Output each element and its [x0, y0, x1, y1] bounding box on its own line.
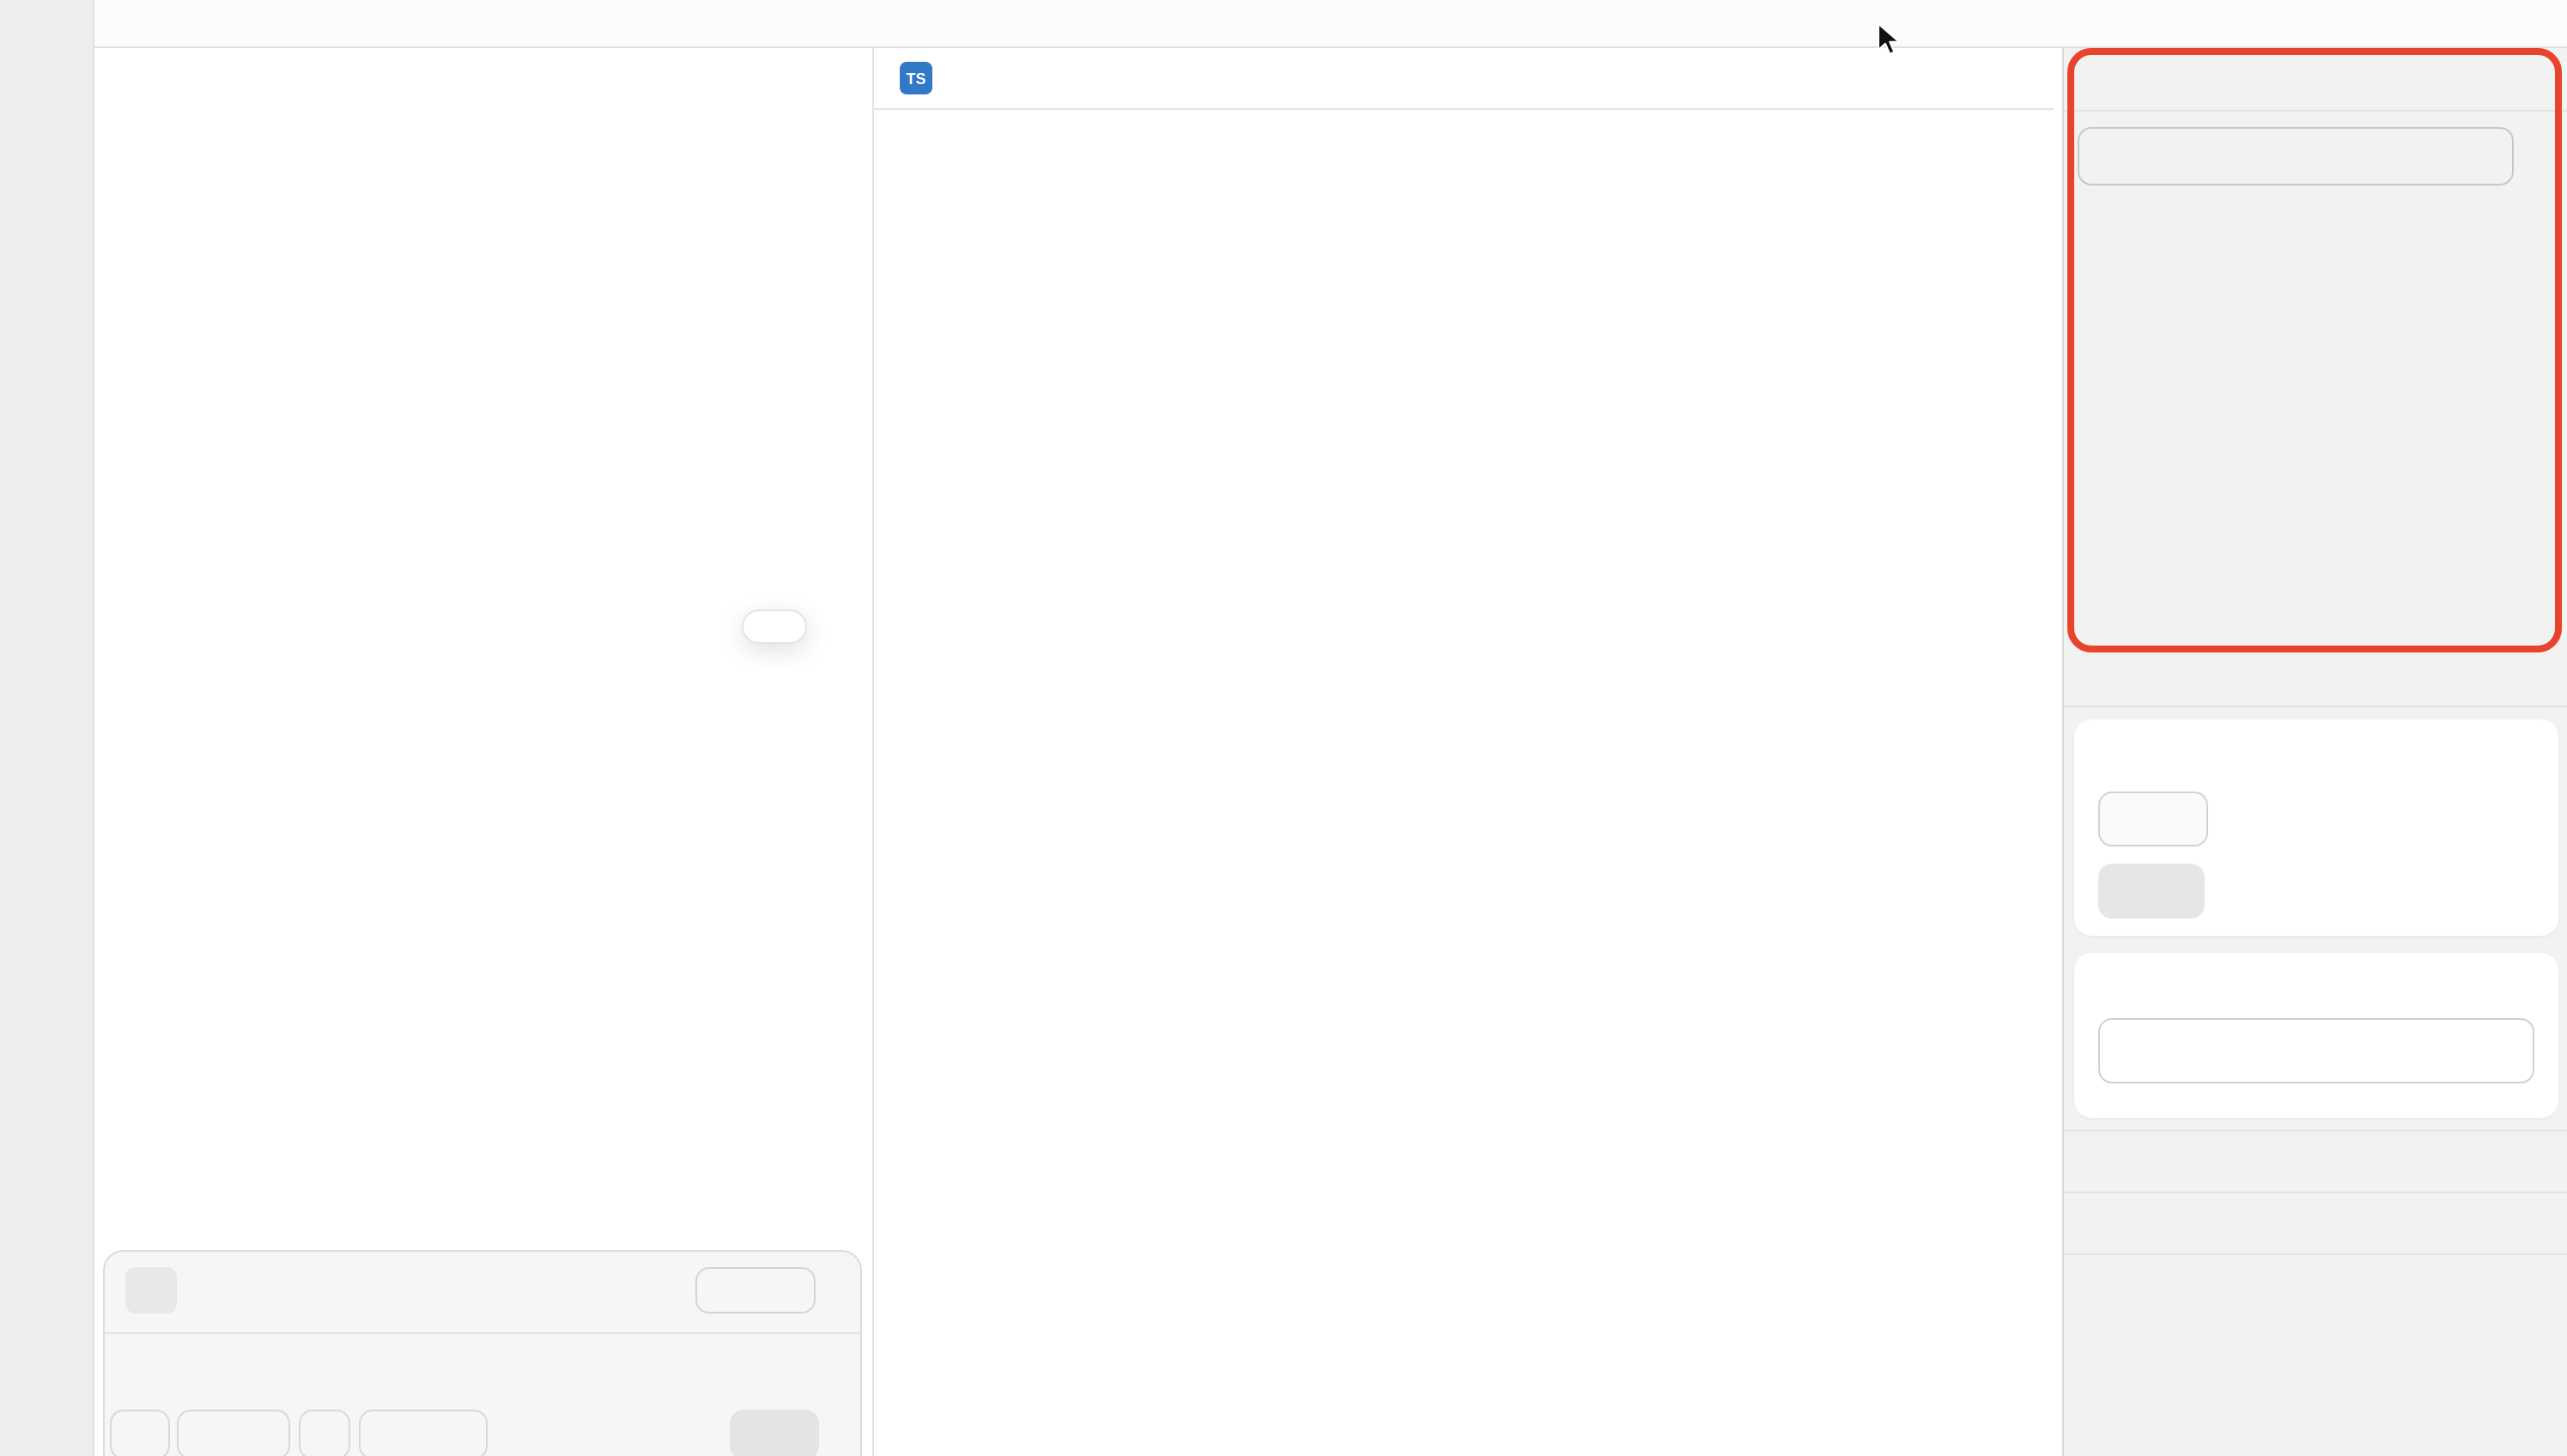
composer[interactable]: [103, 1250, 862, 1456]
chevron-down-icon: [2163, 806, 2189, 832]
open-pr-button[interactable]: [2098, 864, 2205, 919]
divider: [2064, 706, 2567, 707]
sliders-icon: [126, 1421, 154, 1448]
caret-right-icon[interactable]: [2541, 1156, 2562, 1176]
caret-down-icon[interactable]: [2534, 72, 2555, 93]
collapse-tree-icon[interactable]: [2469, 144, 2495, 170]
right-panel: [2062, 46, 2567, 1456]
external-link-icon: [2162, 878, 2188, 904]
pull-request-icon: [2115, 878, 2141, 904]
github-icon[interactable]: [2524, 139, 2558, 173]
git-branch-icon: [2098, 974, 2124, 999]
fast-forward-icon: [311, 1421, 338, 1448]
search-input[interactable]: [2078, 127, 2514, 185]
settings-sliders-button[interactable]: [110, 1410, 170, 1456]
topbar: [93, 0, 2567, 48]
github-icon[interactable]: [553, 1420, 582, 1449]
composer-divider: [105, 1332, 860, 1334]
archive-icon[interactable]: [108, 9, 137, 38]
attach-icon[interactable]: [515, 1420, 544, 1449]
chevron-down-icon: [750, 1281, 769, 1300]
divider: [2064, 1192, 2567, 1193]
sidebar: [0, 0, 94, 1456]
pen-icon[interactable]: [596, 1420, 625, 1449]
expand-icon[interactable]: [2503, 1154, 2528, 1178]
caret-right-icon[interactable]: [2541, 1217, 2562, 1238]
divider: [2064, 1253, 2567, 1255]
chat-panel: [93, 46, 874, 1456]
mode-dropdown[interactable]: [359, 1410, 488, 1456]
model-dropdown[interactable]: [177, 1410, 290, 1456]
files-changed-chip[interactable]: [125, 1267, 177, 1313]
working-branch-card: [2074, 953, 2558, 1118]
git-repo-card: [2074, 719, 2558, 936]
working-branch-input[interactable]: [2098, 1018, 2534, 1083]
divider: [2064, 110, 2567, 112]
message-hover-toolbar: [742, 610, 807, 644]
fast-forward-button[interactable]: [299, 1410, 350, 1456]
chevron-down-icon: [414, 1421, 441, 1448]
more-options-icon[interactable]: [2500, 805, 2528, 833]
typescript-file-icon: TS: [900, 62, 932, 94]
arrow-up-icon: [2418, 804, 2442, 828]
app: TS: [0, 0, 2567, 1456]
working-branch-header: [2098, 974, 2138, 999]
diff-panel: TS: [874, 46, 2054, 1456]
caret-down-icon[interactable]: [2534, 666, 2555, 687]
ahead-count[interactable]: [2418, 804, 2445, 828]
divider: [2064, 1130, 2567, 1131]
latest-dropdown[interactable]: [695, 1267, 816, 1313]
diff-view-icon[interactable]: [1952, 62, 1983, 93]
branch-dropdown[interactable]: [2098, 792, 2208, 846]
chevron-down-icon: [224, 1421, 252, 1448]
pencil-icon[interactable]: [2488, 1037, 2515, 1065]
git-branch-icon: [2117, 806, 2143, 832]
send-button[interactable]: [730, 1410, 819, 1456]
mouse-cursor: [1877, 22, 1901, 60]
chevron-down-icon[interactable]: [2007, 67, 2030, 89]
